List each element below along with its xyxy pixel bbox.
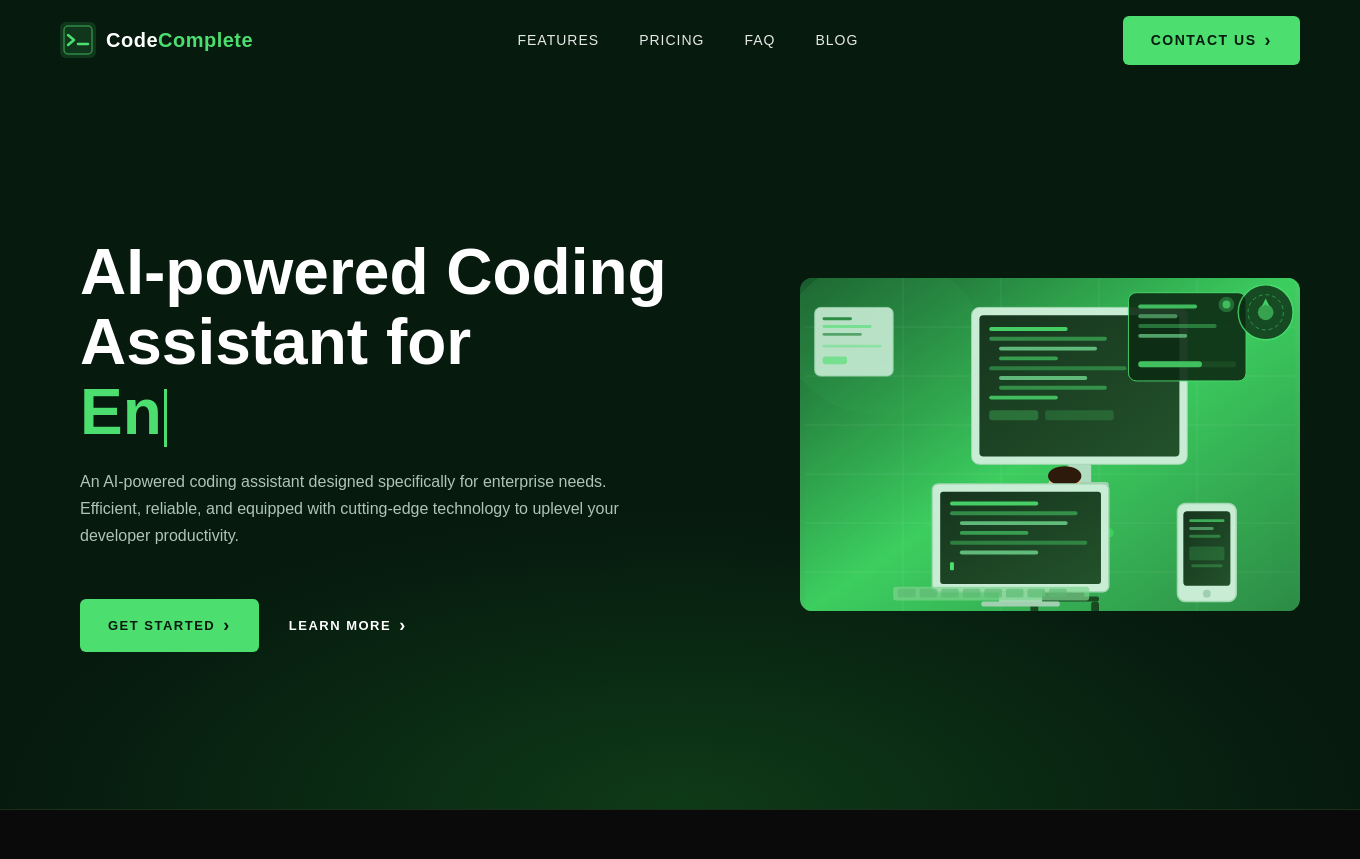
svg-rect-21 [999,376,1087,380]
svg-rect-42 [823,356,848,364]
svg-rect-47 [1091,601,1099,611]
hero-image-container [800,278,1300,611]
svg-rect-41 [823,344,882,347]
svg-point-83 [1203,590,1211,598]
svg-rect-54 [940,492,1101,584]
svg-rect-32 [1138,334,1187,338]
svg-rect-60 [960,550,1038,554]
svg-rect-22 [999,386,1107,390]
svg-rect-55 [950,501,1038,505]
hero-title-highlight: En [80,376,162,448]
svg-point-34 [1223,300,1231,308]
svg-rect-78 [1189,519,1224,522]
svg-rect-80 [1189,535,1220,538]
svg-rect-31 [1138,324,1216,328]
svg-rect-29 [1138,304,1197,308]
logo-icon [60,22,96,58]
svg-rect-65 [898,589,916,598]
learn-more-button[interactable]: LEARN MORE [289,615,407,636]
svg-rect-40 [823,333,862,336]
chevron-right-icon [1264,30,1272,51]
svg-rect-19 [999,356,1058,360]
hero-section: AI-powered Coding Assistant for En An AI… [0,80,1360,809]
cursor-blink [164,389,167,447]
svg-rect-30 [1138,314,1177,318]
svg-rect-56 [950,511,1077,515]
chevron-right-icon [223,615,231,636]
svg-rect-36 [1138,361,1202,367]
svg-rect-79 [1189,527,1214,530]
svg-rect-18 [999,346,1097,350]
svg-rect-58 [960,531,1029,535]
nav-links: FEATURES PRICING FAQ BLOG [517,31,858,49]
svg-rect-67 [941,589,959,598]
hero-cta-group: GET STARTED LEARN MORE [80,599,751,652]
svg-rect-61 [950,562,954,570]
hero-content: AI-powered Coding Assistant for En An AI… [80,237,751,653]
svg-rect-69 [984,589,1002,598]
logo[interactable]: CodeComplete [60,22,253,58]
hero-svg-illustration [800,278,1300,611]
svg-point-50 [1048,466,1081,486]
svg-rect-24 [989,410,1038,420]
svg-rect-72 [1049,589,1067,598]
contact-us-button[interactable]: CONTACT US [1123,16,1300,65]
svg-rect-38 [823,317,852,320]
hero-title: AI-powered Coding Assistant for En [80,237,751,448]
svg-rect-71 [1027,589,1045,598]
svg-rect-82 [1191,564,1222,567]
hero-illustration [800,278,1300,611]
navbar: CodeComplete FEATURES PRICING FAQ BLOG C… [0,0,1360,80]
svg-rect-70 [1006,589,1024,598]
hero-description: An AI-powered coding assistant designed … [80,468,660,550]
svg-rect-66 [920,589,938,598]
svg-rect-17 [989,337,1107,341]
svg-rect-63 [981,601,1059,606]
svg-rect-25 [1045,410,1114,420]
svg-rect-16 [989,327,1067,331]
svg-rect-23 [989,395,1058,399]
svg-rect-81 [1189,546,1224,560]
svg-rect-57 [960,521,1068,525]
get-started-button[interactable]: GET STARTED [80,599,259,652]
nav-features[interactable]: FEATURES [517,32,599,48]
chevron-right-icon [399,615,407,636]
svg-rect-39 [823,325,872,328]
nav-pricing[interactable]: PRICING [639,32,704,48]
footer-strip [0,809,1360,859]
nav-faq[interactable]: FAQ [744,32,775,48]
svg-rect-59 [950,541,1087,545]
svg-point-75 [1258,304,1274,320]
svg-rect-20 [989,366,1126,370]
nav-blog[interactable]: BLOG [815,32,858,48]
svg-rect-68 [963,589,981,598]
logo-text: CodeComplete [106,29,253,52]
